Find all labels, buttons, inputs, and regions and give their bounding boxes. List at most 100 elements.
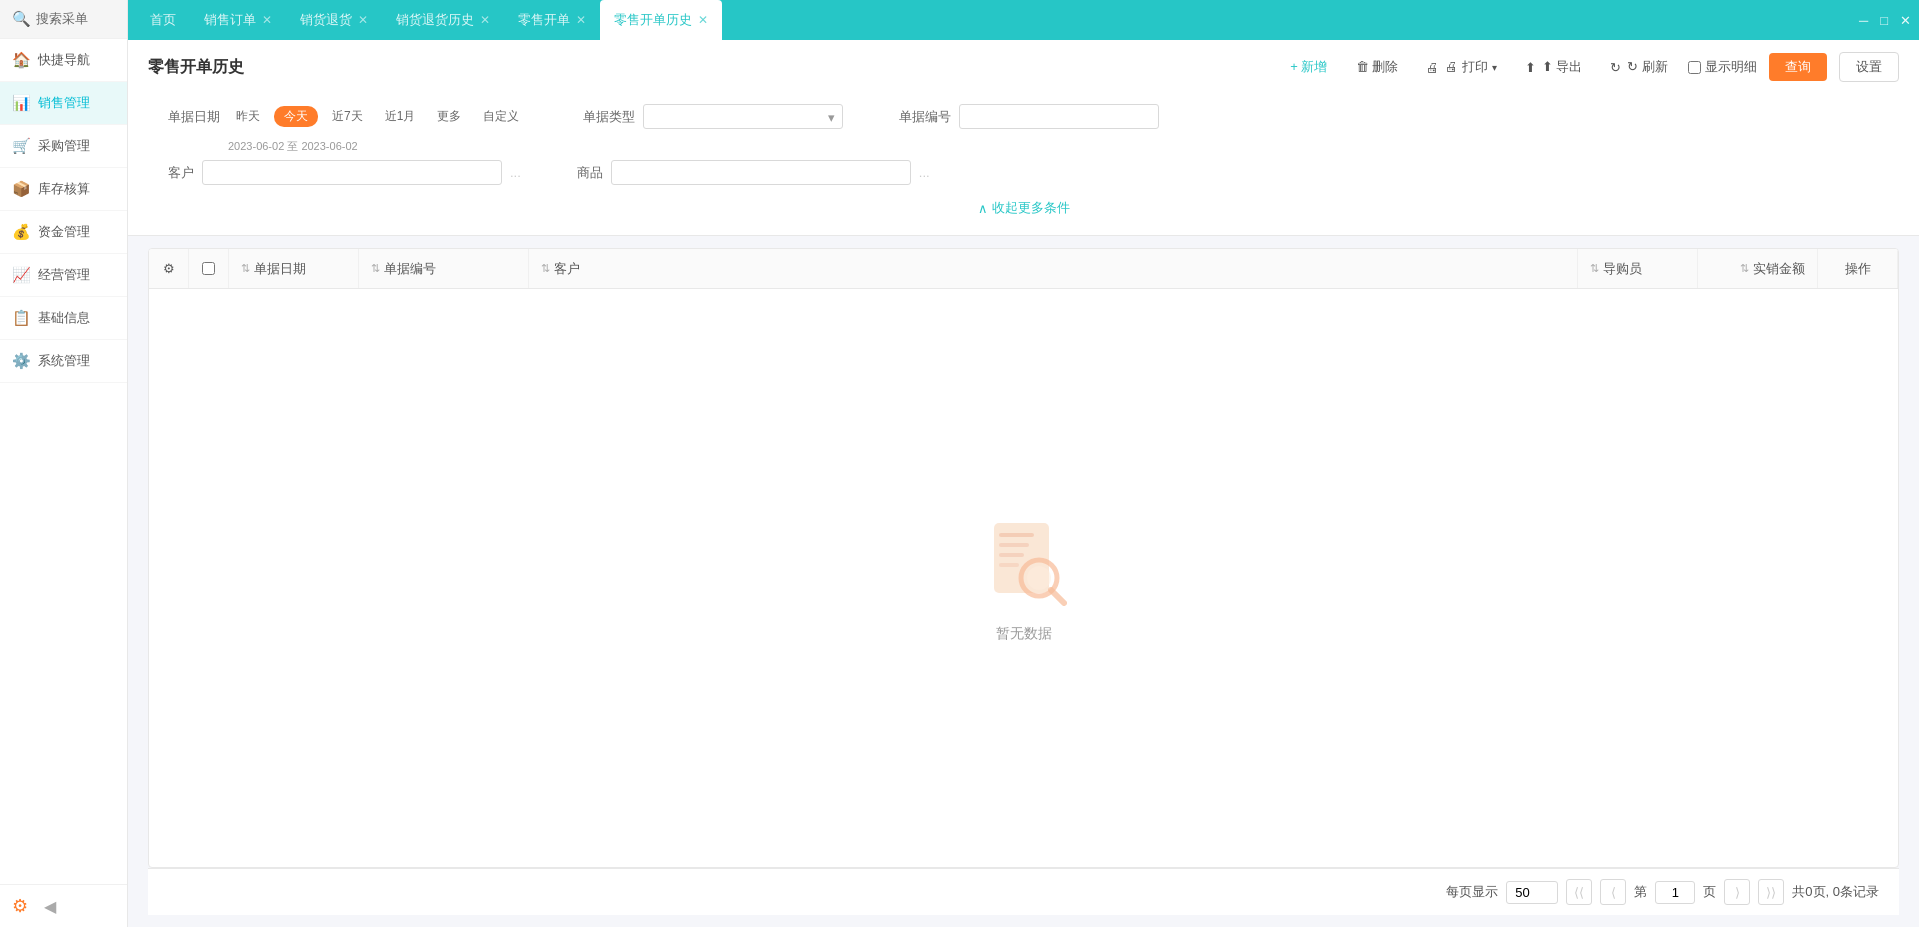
date-btn-yesterday[interactable]: 昨天 bbox=[228, 106, 268, 127]
money-icon: 💰 bbox=[12, 223, 30, 241]
window-maximize-btn[interactable]: □ bbox=[1880, 13, 1888, 28]
tab-sales-order-close[interactable]: ✕ bbox=[262, 13, 272, 27]
th-date-label: 单据日期 bbox=[254, 260, 306, 278]
th-settings[interactable]: ⚙ bbox=[149, 249, 189, 288]
sidebar-item-label: 基础信息 bbox=[38, 309, 90, 327]
add-button[interactable]: + 新增 bbox=[1282, 54, 1335, 80]
window-close-btn[interactable]: ✕ bbox=[1900, 13, 1911, 28]
first-page-btn[interactable]: ⟨⟨ bbox=[1566, 879, 1592, 905]
tab-sales-return[interactable]: 销货退货 ✕ bbox=[286, 0, 382, 40]
svg-rect-4 bbox=[999, 563, 1019, 567]
filter-row-1: 单据日期 昨天 今天 近7天 近1月 更多 自定义 单据类型 bbox=[168, 104, 1879, 129]
tabs-bar: 首页 销售订单 ✕ 销货退货 ✕ 销货退货历史 ✕ 零售开单 ✕ 零售开单历史 … bbox=[128, 0, 1919, 40]
tab-sales-return-close[interactable]: ✕ bbox=[358, 13, 368, 27]
date-btn-custom[interactable]: 自定义 bbox=[475, 106, 527, 127]
collapse-sidebar-icon[interactable]: ◀ bbox=[44, 897, 56, 916]
tab-retail-open-history-label: 零售开单历史 bbox=[614, 11, 692, 29]
order-type-select[interactable] bbox=[643, 104, 843, 129]
print-dropdown-icon: ▾ bbox=[1492, 62, 1497, 73]
toolbar: + 新增 🗑 删除 🖨 🖨 打印 ▾ ⬆ ⬆ 导出 ↻ ↻ 刷新 bbox=[1282, 52, 1899, 82]
search-menu-item[interactable]: 🔍 搜索采单 bbox=[0, 0, 127, 39]
date-btn-more[interactable]: 更多 bbox=[429, 106, 469, 127]
tab-sales-return-history-label: 销货退货历史 bbox=[396, 11, 474, 29]
order-type-label: 单据类型 bbox=[583, 108, 635, 126]
page-title-row: 零售开单历史 + 新增 🗑 删除 🖨 🖨 打印 ▾ ⬆ ⬆ 导出 ↻ bbox=[148, 52, 1899, 82]
collapse-icon: ∧ bbox=[978, 201, 988, 216]
goods-input[interactable] bbox=[611, 160, 911, 185]
th-customer-label: 客户 bbox=[554, 260, 580, 278]
tab-sales-return-history-close[interactable]: ✕ bbox=[480, 13, 490, 27]
tab-home-label: 首页 bbox=[150, 11, 176, 29]
trend-icon: 📈 bbox=[12, 266, 30, 284]
page-number-input[interactable] bbox=[1655, 881, 1695, 904]
table-header: ⚙ ⇅ 单据日期 ⇅ 单据编号 ⇅ 客户 bbox=[149, 249, 1898, 289]
tab-home[interactable]: 首页 bbox=[136, 0, 190, 40]
th-amount[interactable]: ⇅ 实销金额 bbox=[1698, 249, 1818, 288]
filter-dates: 昨天 今天 近7天 近1月 更多 自定义 bbox=[228, 106, 527, 127]
page-label-suffix: 页 bbox=[1703, 883, 1716, 901]
export-button[interactable]: ⬆ ⬆ 导出 bbox=[1517, 54, 1591, 80]
prev-page-btn[interactable]: ⟨ bbox=[1600, 879, 1626, 905]
select-all-checkbox[interactable] bbox=[202, 262, 215, 275]
customer-filter: 客户 ... bbox=[168, 160, 521, 185]
refresh-icon: ↻ bbox=[1610, 60, 1621, 75]
print-icon: 🖨 bbox=[1426, 60, 1439, 75]
query-button[interactable]: 查询 bbox=[1769, 53, 1827, 81]
date-btn-7days[interactable]: 近7天 bbox=[324, 106, 371, 127]
filter-row-2: 客户 ... 商品 ... bbox=[168, 160, 1879, 185]
order-no-input[interactable] bbox=[959, 104, 1159, 129]
tab-retail-open-label: 零售开单 bbox=[518, 11, 570, 29]
display-detail-checkbox-label[interactable]: 显示明细 bbox=[1688, 58, 1757, 76]
th-action-label: 操作 bbox=[1845, 260, 1871, 278]
print-button[interactable]: 🖨 🖨 打印 ▾ bbox=[1418, 54, 1505, 80]
settings-button[interactable]: 设置 bbox=[1839, 52, 1899, 82]
last-page-btn[interactable]: ⟩⟩ bbox=[1758, 879, 1784, 905]
sidebar-item-label: 资金管理 bbox=[38, 223, 90, 241]
tab-sales-order-label: 销售订单 bbox=[204, 11, 256, 29]
sidebar-item-stock-calc[interactable]: 📦 库存核算 bbox=[0, 168, 127, 211]
svg-rect-3 bbox=[999, 553, 1024, 557]
collapse-filter-btn[interactable]: ∧ 收起更多条件 bbox=[168, 195, 1879, 225]
settings-bottom-icon[interactable]: ⚙ bbox=[12, 895, 28, 917]
sidebar-item-operations-mgmt[interactable]: 📈 经营管理 bbox=[0, 254, 127, 297]
date-btn-today[interactable]: 今天 bbox=[274, 106, 318, 127]
sidebar-item-system-mgmt[interactable]: ⚙️ 系统管理 bbox=[0, 340, 127, 383]
date-filter: 单据日期 昨天 今天 近7天 近1月 更多 自定义 bbox=[168, 106, 527, 127]
table-area: ⚙ ⇅ 单据日期 ⇅ 单据编号 ⇅ 客户 bbox=[128, 236, 1919, 927]
refresh-button[interactable]: ↻ ↻ 刷新 bbox=[1602, 54, 1676, 80]
next-page-btn[interactable]: ⟩ bbox=[1724, 879, 1750, 905]
th-customer[interactable]: ⇅ 客户 bbox=[529, 249, 1578, 288]
sidebar-item-finance-mgmt[interactable]: 💰 资金管理 bbox=[0, 211, 127, 254]
tab-retail-open-history[interactable]: 零售开单历史 ✕ bbox=[600, 0, 722, 40]
tab-sales-order[interactable]: 销售订单 ✕ bbox=[190, 0, 286, 40]
table-body: 暂无数据 bbox=[149, 289, 1898, 867]
sidebar-item-label: 采购管理 bbox=[38, 137, 90, 155]
th-date[interactable]: ⇅ 单据日期 bbox=[229, 249, 359, 288]
sidebar-item-purchase-mgmt[interactable]: 🛒 采购管理 bbox=[0, 125, 127, 168]
date-btn-1month[interactable]: 近1月 bbox=[377, 106, 424, 127]
window-minimize-btn[interactable]: ─ bbox=[1859, 13, 1868, 28]
tab-retail-open[interactable]: 零售开单 ✕ bbox=[504, 0, 600, 40]
th-checkbox[interactable] bbox=[189, 249, 229, 288]
date-range-row: 2023-06-02 至 2023-06-02 bbox=[228, 139, 1879, 154]
sidebar-item-label: 快捷导航 bbox=[38, 51, 90, 69]
page-size-select[interactable]: 10 20 50 100 bbox=[1506, 881, 1558, 904]
tab-sales-return-history[interactable]: 销货退货历史 ✕ bbox=[382, 0, 504, 40]
page-title: 零售开单历史 bbox=[148, 57, 244, 78]
goods-dots-btn[interactable]: ... bbox=[919, 165, 930, 180]
th-order-no[interactable]: ⇅ 单据编号 bbox=[359, 249, 529, 288]
sidebar-item-quick-nav[interactable]: 🏠 快捷导航 bbox=[0, 39, 127, 82]
sidebar-item-basic-info[interactable]: 📋 基础信息 bbox=[0, 297, 127, 340]
delete-button[interactable]: 🗑 删除 bbox=[1348, 54, 1407, 80]
tabs-right: ─ □ ✕ bbox=[1859, 13, 1911, 28]
date-range-text: 2023-06-02 至 2023-06-02 bbox=[228, 139, 358, 154]
customer-dots-btn[interactable]: ... bbox=[510, 165, 521, 180]
display-detail-checkbox[interactable] bbox=[1688, 61, 1701, 74]
empty-text: 暂无数据 bbox=[996, 625, 1052, 643]
tab-retail-open-history-close[interactable]: ✕ bbox=[698, 13, 708, 27]
customer-input[interactable] bbox=[202, 160, 502, 185]
sidebar-item-sales-mgmt[interactable]: 📊 销售管理 bbox=[0, 82, 127, 125]
sidebar-bottom: ⚙ ◀ bbox=[0, 884, 127, 927]
tab-retail-open-close[interactable]: ✕ bbox=[576, 13, 586, 27]
th-guide[interactable]: ⇅ 导购员 bbox=[1578, 249, 1698, 288]
